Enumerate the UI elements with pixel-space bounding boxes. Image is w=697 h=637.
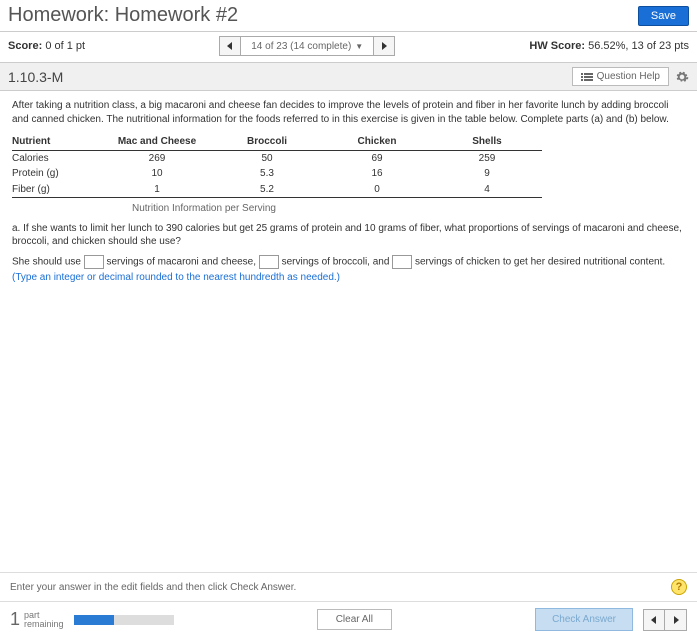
question-help-button[interactable]: Question Help [572,67,669,86]
section-bar: 1.10.3-M Question Help [0,62,697,91]
save-button[interactable]: Save [638,6,689,26]
footer-hint-bar: Enter your answer in the edit fields and… [0,572,697,601]
hw-score-value: 56.52%, 13 of 23 pts [588,40,689,52]
hw-score-label: HW Score: [529,40,585,52]
answer-input-broccoli[interactable] [259,255,279,269]
nav-status[interactable]: 14 of 23 (14 complete) ▼ [241,36,373,56]
triangle-left-icon [226,41,234,51]
th-broccoli: Broccoli [212,134,322,150]
answer-input-chicken[interactable] [392,255,412,269]
footer-bar: 1 part remaining Clear All Check Answer [0,601,697,637]
parts-remaining: 1 part remaining [10,609,64,630]
question-navigator: 14 of 23 (14 complete) ▼ [85,36,529,56]
th-mac: Mac and Cheese [102,134,212,150]
hw-score: HW Score: 56.52%, 13 of 23 pts [529,40,689,52]
settings-button[interactable] [675,70,689,84]
gear-icon [675,70,689,84]
th-nutrient: Nutrient [12,134,102,150]
prev-question-button[interactable] [219,36,241,56]
page-title: Homework: Homework #2 [8,4,638,27]
table-row: Fiber (g) 1 5.2 0 4 [12,182,542,198]
score-label: Score: [8,40,42,52]
answer-input-mac[interactable] [84,255,104,269]
triangle-right-icon [380,41,388,51]
next-question-button[interactable] [373,36,395,56]
score-bar: Score: 0 of 1 pt 14 of 23 (14 complete) … [0,32,697,62]
intro-text: After taking a nutrition class, a big ma… [12,99,685,126]
progress-fill [74,615,114,625]
chevron-down-icon: ▼ [355,42,363,51]
rounding-instruction: (Type an integer or decimal rounded to t… [12,271,685,285]
check-answer-button[interactable]: Check Answer [535,608,633,631]
answer-line: She should use servings of macaroni and … [12,255,685,269]
score-left: Score: 0 of 1 pt [8,40,85,52]
table-caption: Nutrition Information per Serving [132,202,685,216]
triangle-right-icon [672,615,680,625]
help-button[interactable]: ? [671,579,687,595]
table-row: Protein (g) 10 5.3 16 9 [12,166,542,182]
footer-pager [643,609,687,631]
score-value: 0 of 1 pt [45,40,85,52]
part-a-text: a. If she wants to limit her lunch to 39… [12,222,685,249]
th-chicken: Chicken [322,134,432,150]
footer-hint: Enter your answer in the edit fields and… [10,582,296,593]
footer-next-button[interactable] [665,609,687,631]
parts-count: 1 [10,609,20,630]
footer-prev-button[interactable] [643,609,665,631]
progress-bar [74,615,174,625]
th-shells: Shells [432,134,542,150]
whitespace [12,284,685,564]
clear-all-button[interactable]: Clear All [317,609,392,630]
list-icon [581,72,593,82]
table-header-row: Nutrient Mac and Cheese Broccoli Chicken… [12,134,542,150]
table-row: Calories 269 50 69 259 [12,150,542,166]
question-content: After taking a nutrition class, a big ma… [0,91,697,572]
title-bar: Homework: Homework #2 Save [0,0,697,32]
section-id: 1.10.3-M [8,69,572,85]
triangle-left-icon [650,615,658,625]
nutrition-table: Nutrient Mac and Cheese Broccoli Chicken… [12,134,542,198]
